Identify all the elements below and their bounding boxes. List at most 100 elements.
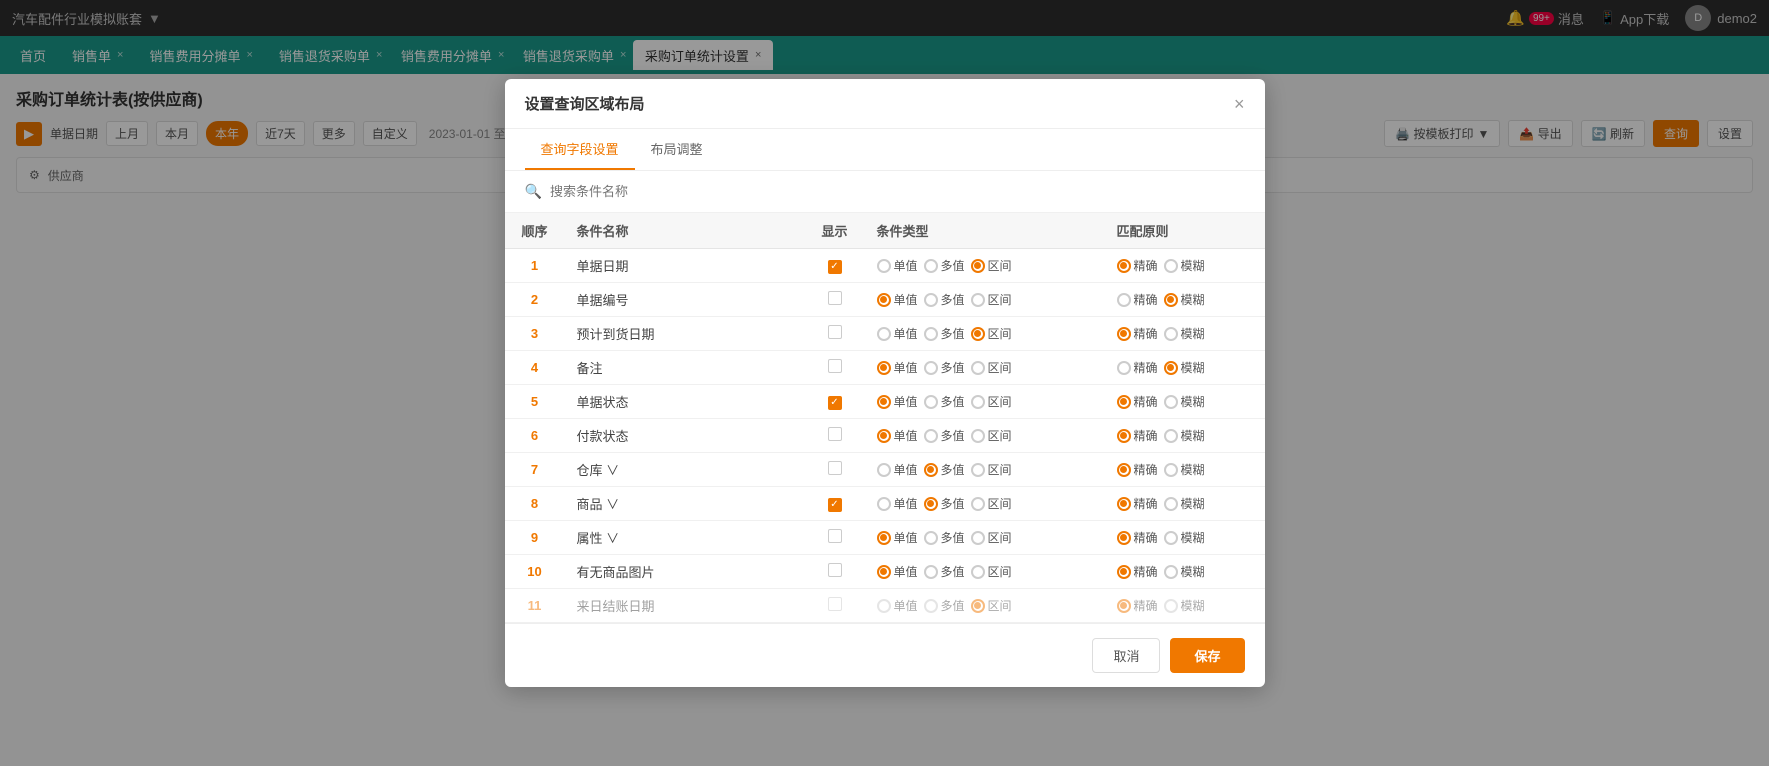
match-fuzzy-7[interactable]: 模糊 (1164, 461, 1205, 478)
cond-multi-8[interactable]: 多值 (924, 495, 965, 512)
cond-range-3[interactable]: 区间 (971, 325, 1012, 342)
row-checkbox-2[interactable] (805, 283, 865, 317)
cond-range-10[interactable]: 区间 (971, 563, 1012, 580)
row-condtype-2: 单值多值区间 (865, 283, 1105, 317)
col-header-order: 顺序 (505, 213, 565, 249)
match-fuzzy-9[interactable]: 模糊 (1164, 529, 1205, 546)
cond-single-11[interactable]: 单值 (877, 597, 918, 614)
row-checkbox-3[interactable] (805, 317, 865, 351)
tab-query-fields[interactable]: 查询字段设置 (525, 129, 635, 170)
cond-multi-2[interactable]: 多值 (924, 291, 965, 308)
cond-single-4[interactable]: 单值 (877, 359, 918, 376)
row-condtype-9: 单值多值区间 (865, 521, 1105, 555)
checkbox-10[interactable] (828, 563, 842, 577)
cond-range-1[interactable]: 区间 (971, 257, 1012, 274)
cond-single-9[interactable]: 单值 (877, 529, 918, 546)
cond-range-6[interactable]: 区间 (971, 427, 1012, 444)
row-name-9: 属性 ∨ (565, 521, 805, 555)
cancel-button[interactable]: 取消 (1092, 638, 1160, 673)
cond-single-2[interactable]: 单值 (877, 291, 918, 308)
modal-tabs: 查询字段设置 布局调整 (505, 129, 1265, 171)
match-fuzzy-11[interactable]: 模糊 (1164, 597, 1205, 614)
checkbox-9[interactable] (828, 529, 842, 543)
checkbox-8[interactable]: ✓ (828, 498, 842, 512)
cond-multi-7[interactable]: 多值 (924, 461, 965, 478)
match-exact-10[interactable]: 精确 (1117, 563, 1158, 580)
row-checkbox-10[interactable] (805, 555, 865, 589)
checkbox-7[interactable] (828, 461, 842, 475)
row-match-9: 精确模糊 (1105, 521, 1265, 555)
row-checkbox-5[interactable]: ✓ (805, 385, 865, 419)
match-fuzzy-8[interactable]: 模糊 (1164, 495, 1205, 512)
modal-overlay: 设置查询区域布局 × 查询字段设置 布局调整 🔍 顺序 条件名称 显示 条件类型 (0, 0, 1769, 766)
cond-range-8[interactable]: 区间 (971, 495, 1012, 512)
cond-range-9[interactable]: 区间 (971, 529, 1012, 546)
cond-single-3[interactable]: 单值 (877, 325, 918, 342)
row-checkbox-7[interactable] (805, 453, 865, 487)
row-checkbox-8[interactable]: ✓ (805, 487, 865, 521)
search-input[interactable] (550, 184, 1245, 199)
checkbox-4[interactable] (828, 359, 842, 373)
row-order-1: 1 (505, 249, 565, 283)
match-exact-3[interactable]: 精确 (1117, 325, 1158, 342)
cond-multi-4[interactable]: 多值 (924, 359, 965, 376)
modal-close-button[interactable]: × (1234, 95, 1245, 113)
checkbox-1[interactable]: ✓ (828, 260, 842, 274)
row-match-10: 精确模糊 (1105, 555, 1265, 589)
cond-single-8[interactable]: 单值 (877, 495, 918, 512)
match-exact-6[interactable]: 精确 (1117, 427, 1158, 444)
match-fuzzy-10[interactable]: 模糊 (1164, 563, 1205, 580)
row-checkbox-11[interactable] (805, 589, 865, 623)
cond-range-5[interactable]: 区间 (971, 393, 1012, 410)
cond-range-2[interactable]: 区间 (971, 291, 1012, 308)
match-exact-9[interactable]: 精确 (1117, 529, 1158, 546)
save-button[interactable]: 保存 (1170, 638, 1244, 673)
row-order-7: 7 (505, 453, 565, 487)
row-order-8: 8 (505, 487, 565, 521)
table-row: 2单据编号单值多值区间精确模糊 (505, 283, 1265, 317)
cond-range-4[interactable]: 区间 (971, 359, 1012, 376)
match-fuzzy-6[interactable]: 模糊 (1164, 427, 1205, 444)
cond-single-1[interactable]: 单值 (877, 257, 918, 274)
checkbox-3[interactable] (828, 325, 842, 339)
checkbox-2[interactable] (828, 291, 842, 305)
checkbox-5[interactable]: ✓ (828, 396, 842, 410)
match-exact-5[interactable]: 精确 (1117, 393, 1158, 410)
cond-range-11[interactable]: 区间 (971, 597, 1012, 614)
checkbox-11[interactable] (828, 597, 842, 611)
row-checkbox-6[interactable] (805, 419, 865, 453)
match-fuzzy-5[interactable]: 模糊 (1164, 393, 1205, 410)
match-fuzzy-4[interactable]: 模糊 (1164, 359, 1205, 376)
row-checkbox-1[interactable]: ✓ (805, 249, 865, 283)
cond-single-6[interactable]: 单值 (877, 427, 918, 444)
match-exact-11[interactable]: 精确 (1117, 597, 1158, 614)
match-fuzzy-2[interactable]: 模糊 (1164, 291, 1205, 308)
cond-multi-11[interactable]: 多值 (924, 597, 965, 614)
match-fuzzy-3[interactable]: 模糊 (1164, 325, 1205, 342)
tab-layout-adjust[interactable]: 布局调整 (635, 129, 719, 170)
cond-multi-5[interactable]: 多值 (924, 393, 965, 410)
match-exact-4[interactable]: 精确 (1117, 359, 1158, 376)
row-checkbox-9[interactable] (805, 521, 865, 555)
cond-multi-6[interactable]: 多值 (924, 427, 965, 444)
cond-multi-1[interactable]: 多值 (924, 257, 965, 274)
match-exact-7[interactable]: 精确 (1117, 461, 1158, 478)
cond-multi-3[interactable]: 多值 (924, 325, 965, 342)
row-order-5: 5 (505, 385, 565, 419)
table-row: 3预计到货日期单值多值区间精确模糊 (505, 317, 1265, 351)
row-match-6: 精确模糊 (1105, 419, 1265, 453)
cond-multi-10[interactable]: 多值 (924, 563, 965, 580)
checkbox-6[interactable] (828, 427, 842, 441)
match-exact-2[interactable]: 精确 (1117, 291, 1158, 308)
row-condtype-6: 单值多值区间 (865, 419, 1105, 453)
cond-single-7[interactable]: 单值 (877, 461, 918, 478)
cond-single-5[interactable]: 单值 (877, 393, 918, 410)
cond-multi-9[interactable]: 多值 (924, 529, 965, 546)
cond-single-10[interactable]: 单值 (877, 563, 918, 580)
row-checkbox-4[interactable] (805, 351, 865, 385)
match-exact-8[interactable]: 精确 (1117, 495, 1158, 512)
cond-range-7[interactable]: 区间 (971, 461, 1012, 478)
match-exact-1[interactable]: 精确 (1117, 257, 1158, 274)
row-match-7: 精确模糊 (1105, 453, 1265, 487)
match-fuzzy-1[interactable]: 模糊 (1164, 257, 1205, 274)
